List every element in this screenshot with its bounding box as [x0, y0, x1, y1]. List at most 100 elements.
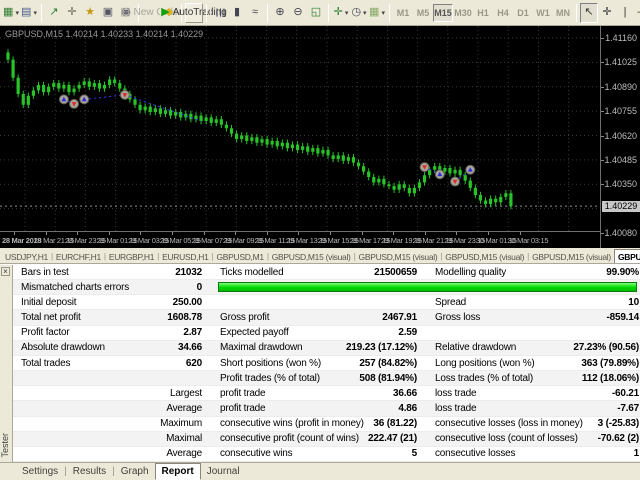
report-value: Maximum — [160, 418, 202, 430]
period-button-mn[interactable]: MN — [553, 3, 573, 22]
report-row: Profit factor 2.87 Expected payoff 2.59 — [13, 326, 640, 341]
buy-trade-marker — [58, 94, 69, 105]
cursor-tool-button[interactable]: ↖ — [580, 2, 598, 23]
report-value: 21032 — [175, 266, 202, 278]
line-chart-button[interactable]: ≈ — [246, 2, 264, 23]
price-axis-label: 1.40755 — [604, 106, 637, 117]
terminal-button[interactable]: ▣ — [99, 2, 117, 23]
chart-tab-10[interactable]: GBPUSD,M15 (visual) — [613, 249, 640, 263]
report-table: Bars in test 21032 Ticks modelled 21500659 M… — [13, 265, 640, 463]
profiles-button[interactable]: ▤ ▾ — [20, 2, 38, 23]
cursor-tool-icon: ↖ — [584, 6, 594, 18]
periods-button[interactable]: ◷ ▾ — [350, 2, 368, 23]
period-button-m5[interactable]: M5 — [413, 3, 433, 22]
dropdown-caret-icon: ▾ — [15, 9, 19, 17]
price-axis-label: 1.40485 — [604, 154, 637, 165]
current-price-badge: 1.40229 — [602, 201, 640, 213]
chart-canvas[interactable] — [0, 26, 601, 232]
period-button-h1[interactable]: H1 — [473, 3, 493, 22]
report-label: Loss trades (% of total) — [435, 372, 534, 384]
toolbar-separator — [576, 3, 577, 22]
report-value: 2.59 — [398, 327, 417, 339]
time-axis-tick — [456, 232, 458, 235]
vertical-line-tool-button[interactable]: | — [616, 2, 634, 23]
tester-close-button[interactable]: × — [1, 267, 10, 276]
report-label: consecutive profit (count of wins) — [220, 433, 359, 445]
report-label: Modelling quality — [435, 266, 507, 278]
bar-chart-button[interactable]: ☰ — [210, 2, 228, 23]
time-axis-tick — [172, 232, 173, 235]
dropdown-caret-icon: ▾ — [344, 9, 349, 17]
toolbar-separator — [328, 3, 329, 22]
report-value: 219.23 (17.12%) — [346, 342, 417, 354]
horizontal-line-tool-button[interactable]: ― — [634, 2, 640, 23]
dropdown-caret-icon: ▾ — [33, 9, 37, 17]
report-label: Short positions (won %) — [220, 357, 322, 369]
indicators-button[interactable]: ✛ ▾ — [332, 2, 350, 23]
main-toolbar: ▦ ▾ ▤ ▾ ↗ ✛ ★ ▣ ◉ ▤ New Order ◆ ▶ AutoTrading ☰ ▮ ≈ ⊕ ⊖ ◱ ✛ ▾… — [0, 0, 640, 26]
templates-button[interactable]: ▦ ▾ — [368, 2, 386, 23]
chart-tab-1[interactable]: USDJPY,H1 — [2, 250, 51, 263]
tester-tab-journal[interactable]: Journal — [201, 464, 246, 479]
tester-tab-graph[interactable]: Graph — [115, 464, 155, 479]
report-row: Profit trades (% of total) 508 (81.94%) Lo… — [13, 371, 640, 387]
chart-tab-9[interactable]: GBPUSD,M15 (visual) — [529, 250, 614, 263]
period-button-d1[interactable]: D1 — [513, 3, 533, 22]
dropdown-caret-icon: ▾ — [363, 9, 367, 17]
period-button-m1[interactable]: M1 — [393, 3, 413, 22]
tester-tab-settings[interactable]: Settings — [16, 464, 64, 479]
time-axis-tick — [361, 232, 363, 235]
report-value: -7.67 — [617, 402, 639, 414]
zoom-out-icon: ⊖ — [293, 6, 303, 18]
chart-tab-4[interactable]: EURUSD,H1 — [159, 250, 211, 263]
price-axis[interactable]: 1.41160 1.41025 1.40890 1.40755 1.40620 1.404… — [600, 26, 640, 248]
report-label: Gross profit — [220, 312, 270, 324]
chart-tab-7[interactable]: GBPUSD,M15 (visual) — [356, 250, 441, 263]
time-axis-tick — [14, 232, 15, 235]
candlestick-icon: ▮ — [233, 6, 241, 18]
zoom-in-button[interactable]: ⊕ — [271, 2, 289, 23]
new-chart-button[interactable]: ▦ ▾ — [2, 2, 20, 23]
period-button-w1[interactable]: W1 — [533, 3, 553, 22]
new-order-button: ▤ New Order — [120, 2, 182, 23]
report-row: Bars in test 21032 Ticks modelled 21500659 M… — [13, 265, 640, 281]
time-axis-tick — [519, 232, 521, 235]
chart-tab-8[interactable]: GBPUSD,M15 (visual) — [442, 250, 527, 263]
report-value: 2467.91 — [382, 312, 417, 324]
chart-tab-2[interactable]: EURCHF,H1 — [53, 250, 104, 263]
zoom-out-button[interactable]: ⊖ — [289, 2, 307, 23]
navigator-icon: ★ — [85, 6, 95, 18]
price-axis-tick — [601, 111, 604, 113]
tester-tab-results[interactable]: Results — [67, 464, 112, 479]
report-value: 1 — [633, 448, 640, 460]
candlestick-button[interactable]: ▮ — [228, 2, 246, 23]
autotrading-button[interactable]: ▶ AutoTrading — [161, 2, 227, 23]
period-button-h4[interactable]: H4 — [493, 3, 513, 22]
crosshair-tool-icon: ✛ — [602, 6, 612, 18]
report-label: Long positions (won %) — [435, 357, 535, 369]
buy-trade-marker — [434, 169, 445, 180]
chart-tab-6[interactable]: GBPUSD,M15 (visual) — [269, 250, 354, 263]
report-label: Ticks modelled — [220, 266, 284, 278]
navigator-button[interactable]: ★ — [81, 2, 99, 23]
market-watch-button[interactable]: ↗ — [45, 2, 63, 23]
chart-window: GBPUSD,M15 1.40214 1.40233 1.40214 1.402… — [0, 26, 640, 248]
chart-tab-3[interactable]: EURGBP,H1 — [106, 250, 157, 263]
report-label: Maximal drawdown — [220, 342, 303, 354]
price-axis-tick — [601, 159, 604, 161]
report-label: Initial deposit — [21, 296, 77, 308]
data-window-button[interactable]: ✛ — [63, 2, 81, 23]
toolbar-separator — [267, 3, 268, 22]
period-button-m30[interactable]: M30 — [453, 3, 473, 22]
tester-tab-report[interactable]: Report — [154, 463, 201, 480]
report-label: Total trades — [21, 357, 71, 369]
report-label: Bars in test — [21, 266, 69, 278]
sell-trade-marker — [119, 89, 130, 100]
tile-windows-button[interactable]: ◱ — [307, 2, 325, 23]
chart-tab-5[interactable]: GBPUSD,M1 — [213, 250, 266, 263]
candlesticks — [6, 49, 513, 210]
crosshair-tool-button[interactable]: ✛ — [598, 2, 616, 23]
period-button-m15[interactable]: M15 — [433, 3, 453, 22]
time-axis[interactable]: 28 Mar 2018 28 Mar 21:15 28 Mar 23:15 29 Ma… — [0, 231, 601, 248]
price-axis-tick — [601, 86, 604, 88]
